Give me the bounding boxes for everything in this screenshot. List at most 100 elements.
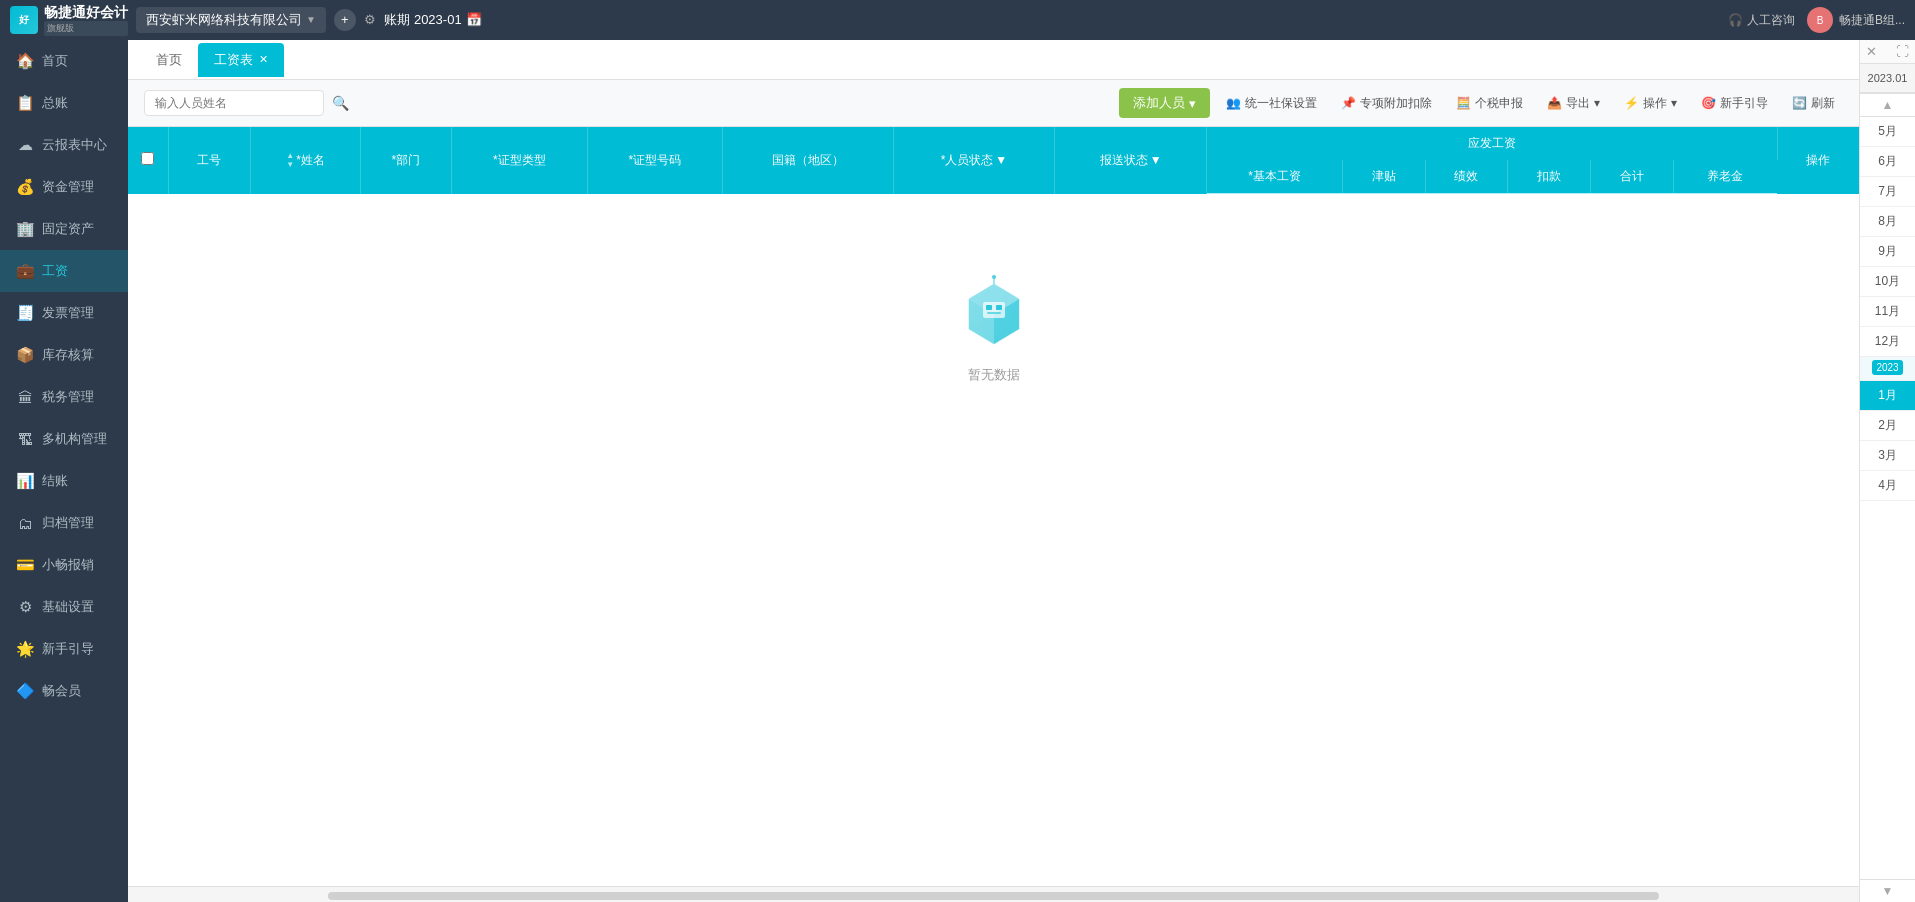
month-item-2022-05[interactable]: 5月	[1860, 117, 1915, 147]
company-selector[interactable]: 西安虾米网络科技有限公司 ▼	[136, 7, 326, 33]
sidebar-item-member[interactable]: 🔷 畅会员	[0, 670, 128, 712]
guide-button[interactable]: 🎯 新手引导	[1693, 91, 1776, 116]
report-status-header: 报送状态	[1100, 152, 1148, 169]
tab-close-icon[interactable]: ✕	[259, 53, 268, 66]
month-item-2022-10[interactable]: 10月	[1860, 267, 1915, 297]
operation-header: 操作	[1806, 153, 1830, 167]
department-header: *部门	[392, 153, 421, 167]
refresh-button[interactable]: 🔄 刷新	[1784, 91, 1843, 116]
sidebar-item-archive[interactable]: 🗂 归档管理	[0, 502, 128, 544]
sidebar-label-home: 首页	[42, 52, 68, 70]
social-settings-button[interactable]: 👥 统一社保设置	[1218, 91, 1325, 116]
calendar-icon[interactable]: 📅	[466, 12, 482, 27]
sidebar-item-multi[interactable]: 🏗 多机构管理	[0, 418, 128, 460]
app-logo-icon: 好	[10, 6, 38, 34]
social-icon: 👥	[1226, 96, 1241, 110]
empty-state: 暂无数据	[128, 194, 1859, 464]
guide-label: 新手引导	[1720, 95, 1768, 112]
nationality-column: 国籍（地区）	[722, 127, 893, 194]
month-item-2022-08[interactable]: 8月	[1860, 207, 1915, 237]
panel-top-actions: ✕ ⛶	[1860, 40, 1915, 64]
month-label: 5月	[1878, 124, 1897, 138]
export-button[interactable]: 📤 导出 ▾	[1539, 91, 1608, 116]
user-name: 畅捷通B组...	[1839, 12, 1905, 29]
sidebar-item-home[interactable]: 🏠 首页	[0, 40, 128, 82]
month-item-2022-09[interactable]: 9月	[1860, 237, 1915, 267]
export-label: 导出	[1566, 95, 1590, 112]
bottom-scrollbar[interactable]	[128, 886, 1859, 902]
home-icon: 🏠	[16, 52, 34, 70]
service-button[interactable]: 🎧 人工咨询	[1728, 12, 1795, 29]
status-filter-icon[interactable]: ▼	[995, 153, 1007, 167]
tax-report-button[interactable]: 🧮 个税申报	[1448, 91, 1531, 116]
month-item-2023-01[interactable]: 1月	[1860, 381, 1915, 411]
month-item-2023-02[interactable]: 2月	[1860, 411, 1915, 441]
nationality-header: 国籍（地区）	[772, 153, 844, 167]
deduction-label: 专项附加扣除	[1360, 95, 1432, 112]
operation-button[interactable]: ⚡ 操作 ▾	[1616, 91, 1685, 116]
month-item-2023-03[interactable]: 3月	[1860, 441, 1915, 471]
add-person-button[interactable]: 添加人员 ▾	[1119, 88, 1210, 118]
year-badge: 2023	[1872, 360, 1902, 375]
sidebar-label-multi: 多机构管理	[42, 430, 107, 448]
scroll-track[interactable]	[328, 892, 1659, 900]
sidebar-item-settle[interactable]: 📊 结账	[0, 460, 128, 502]
month-item-2023-04[interactable]: 4月	[1860, 471, 1915, 501]
main-layout: 🏠 首页 📋 总账 ☁ 云报表中心 💰 资金管理 🏢 固定资产 💼 工资 🧾 发…	[0, 40, 1915, 902]
search-icon[interactable]: 🔍	[332, 95, 349, 111]
tab-home-label: 首页	[156, 52, 182, 67]
app-badge: 旗舰版	[44, 21, 128, 36]
settings-icon[interactable]: ⚙	[364, 12, 376, 27]
month-item-2022-06[interactable]: 6月	[1860, 147, 1915, 177]
pension-column: 养老金	[1673, 160, 1777, 194]
sidebar-label-settings: 基础设置	[42, 598, 94, 616]
month-label: 8月	[1878, 214, 1897, 228]
select-all-checkbox[interactable]	[141, 152, 154, 165]
tax-icon: 🏛	[16, 389, 34, 406]
report-filter-icon[interactable]: ▼	[1150, 153, 1162, 167]
cloud-icon: ☁	[16, 136, 34, 154]
sidebar-item-ledger[interactable]: 📋 总账	[0, 82, 128, 124]
sidebar-item-settings[interactable]: ⚙ 基础设置	[0, 586, 128, 628]
add-company-button[interactable]: +	[334, 9, 356, 31]
sidebar-item-report[interactable]: ☁ 云报表中心	[0, 124, 128, 166]
month-label: 3月	[1878, 448, 1897, 462]
sidebar-item-guide[interactable]: 🌟 新手引导	[0, 628, 128, 670]
export-dropdown-icon: ▾	[1594, 96, 1600, 110]
panel-close-icon[interactable]: ✕	[1866, 44, 1877, 59]
archive-icon: 🗂	[16, 515, 34, 532]
month-scroll-down-button[interactable]: ▼	[1860, 879, 1915, 902]
basic-wage-header: *基本工资	[1248, 169, 1301, 183]
guide-icon: 🌟	[16, 640, 34, 658]
name-sort-icon: ▲▼	[286, 151, 294, 169]
sidebar-item-fund[interactable]: 💰 资金管理	[0, 166, 128, 208]
month-item-2022-11[interactable]: 11月	[1860, 297, 1915, 327]
department-column: *部门	[360, 127, 451, 194]
sidebar-item-invoice[interactable]: 🧾 发票管理	[0, 292, 128, 334]
month-scroll-up-button[interactable]: ▲	[1860, 93, 1915, 117]
salary-icon: 💼	[16, 262, 34, 280]
sidebar-item-salary[interactable]: 💼 工资	[0, 250, 128, 292]
month-label: 9月	[1878, 244, 1897, 258]
panel-expand-icon[interactable]: ⛶	[1896, 44, 1909, 59]
refresh-label: 刷新	[1811, 95, 1835, 112]
sidebar-item-inventory[interactable]: 📦 库存核算	[0, 334, 128, 376]
company-dropdown-icon: ▼	[306, 14, 316, 25]
tab-home[interactable]: 首页	[140, 43, 198, 77]
sidebar-item-tax[interactable]: 🏛 税务管理	[0, 376, 128, 418]
deduction-button[interactable]: 📌 专项附加扣除	[1333, 91, 1440, 116]
search-input[interactable]	[144, 90, 324, 116]
sidebar-label-report: 云报表中心	[42, 136, 107, 154]
empty-svg	[954, 274, 1034, 354]
month-item-2022-12[interactable]: 12月	[1860, 327, 1915, 357]
sidebar-item-asset[interactable]: 🏢 固定资产	[0, 208, 128, 250]
sidebar-item-expense[interactable]: 💳 小畅报销	[0, 544, 128, 586]
user-area[interactable]: B 畅捷通B组...	[1807, 7, 1905, 33]
allowance-header: 津贴	[1372, 169, 1396, 183]
tab-salary-table[interactable]: 工资表 ✕	[198, 43, 284, 77]
operation-label: 操作	[1643, 95, 1667, 112]
month-item-2022-07[interactable]: 7月	[1860, 177, 1915, 207]
operation-column: 操作	[1777, 127, 1859, 194]
total-column: 合计	[1590, 160, 1673, 194]
period-value: 2023-01	[414, 12, 462, 27]
